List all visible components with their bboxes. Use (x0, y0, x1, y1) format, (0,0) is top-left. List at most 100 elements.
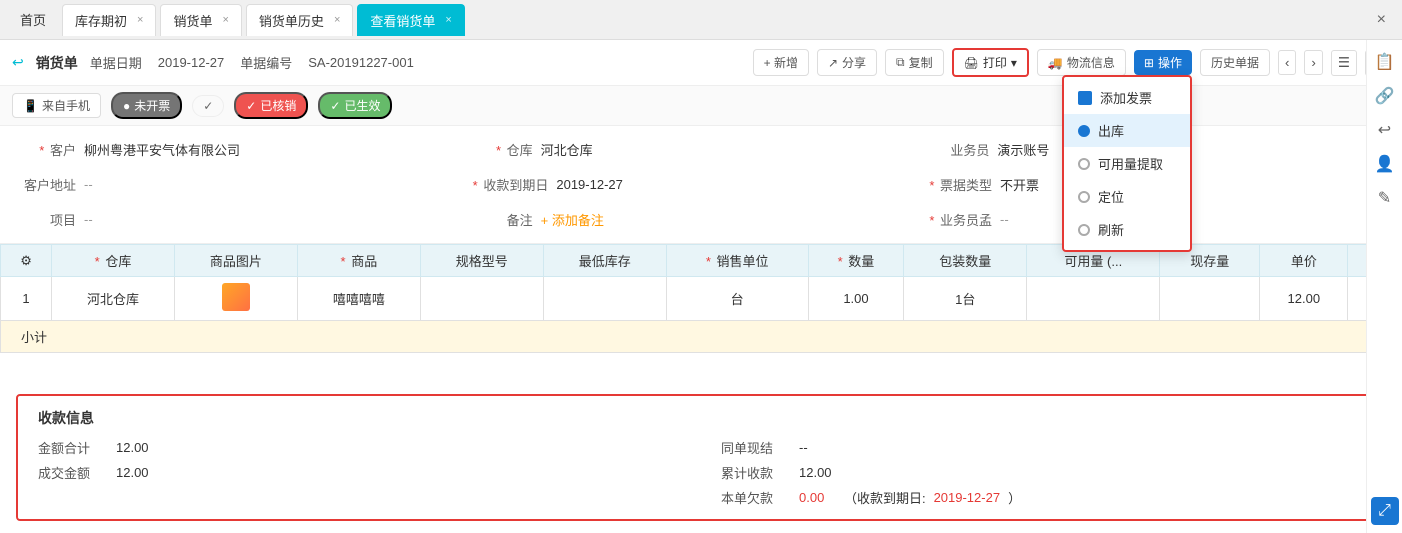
th-product-img: 商品图片 (174, 245, 297, 277)
tab-inventory-close[interactable]: × (137, 14, 143, 26)
available-qty-label: 可用量提取 (1098, 154, 1163, 173)
sidebar-return-icon[interactable]: ↩ (1371, 116, 1399, 144)
share-icon: ↗ (828, 56, 838, 70)
cell-min-stock (543, 277, 666, 321)
transaction-value: 12.00 (116, 465, 149, 480)
operate-dropdown-container: ⊞ 操作 添加发票 出库 (1134, 50, 1192, 75)
doc-meta: 单据日期 2019-12-27 单据编号 SA-20191227-001 (90, 53, 414, 72)
effective-check-icon: ✓ (330, 99, 340, 113)
dropdown-refresh[interactable]: 刷新 (1064, 213, 1190, 246)
add-button[interactable]: + 新增 (753, 49, 809, 76)
view-list-button[interactable]: ☰ (1331, 50, 1357, 76)
dropdown-available-qty[interactable]: 可用量提取 (1064, 147, 1190, 180)
th-warehouse: * 仓库 (52, 245, 175, 277)
dropdown-add-invoice[interactable]: 添加发票 (1064, 81, 1190, 114)
refresh-label: 刷新 (1098, 220, 1124, 239)
warehouse-field: * 仓库 河北仓库 (473, 136, 930, 163)
sidebar-clipboard-icon[interactable]: 📋 (1371, 48, 1399, 76)
window-close-button[interactable]: × (1369, 11, 1394, 29)
from-mobile-button[interactable]: 📱 来自手机 (12, 93, 101, 118)
tab-check-close[interactable]: × (445, 14, 451, 26)
right-sidebar: 📋 🔗 ↩ 👤 ✎ ⤢ (1366, 40, 1402, 533)
add-invoice-label: 添加发票 (1100, 88, 1152, 107)
toolbar-actions: + 新增 ↗ 分享 ⧉ 复制 🖨 打印 ▾ 🚚 物流信息 (753, 48, 1390, 77)
doc-title: 销货单 (36, 53, 78, 73)
warehouse-value: 河北仓库 (541, 140, 593, 159)
settings-icon[interactable]: ⚙ (20, 253, 32, 268)
tab-sales-label: 销货单 (173, 11, 212, 30)
tab-sales-history[interactable]: 销货单历史 × (246, 4, 353, 36)
operate-button[interactable]: ⊞ 操作 (1134, 50, 1192, 75)
tab-sales-close[interactable]: × (222, 14, 228, 26)
main-content: ↩ 销货单 单据日期 2019-12-27 单据编号 SA-20191227-0… (0, 40, 1402, 533)
due-date-field: * 收款到期日 2019-12-27 (473, 171, 930, 198)
cell-pack-qty: 1台 (904, 277, 1027, 321)
cell-available (1027, 277, 1160, 321)
sidebar-link-icon[interactable]: 🔗 (1371, 82, 1399, 110)
cell-qty: 1.00 (808, 277, 904, 321)
current-due-value: 0.00 (799, 490, 824, 505)
cell-unit: 台 (666, 277, 808, 321)
locate-icon (1078, 191, 1090, 203)
operate-dropdown-menu: 添加发票 出库 可用量提取 定位 (1062, 75, 1192, 252)
accumulated-label: 累计收款 (721, 463, 791, 482)
meta-no-label: 单据编号 (240, 53, 292, 72)
cell-price: 12.00 (1260, 277, 1348, 321)
same-order-label: 同单现结 (721, 438, 791, 457)
sidebar-expand-icon[interactable]: ⤢ (1371, 497, 1399, 525)
due-date-value: 2019-12-27 (556, 177, 623, 192)
due-date-hint-date: 2019-12-27 (934, 490, 1001, 505)
share-button[interactable]: ↗ 分享 (817, 49, 877, 76)
cell-warehouse: 河北仓库 (52, 277, 175, 321)
logistics-button[interactable]: 🚚 物流信息 (1037, 49, 1126, 76)
ticket-value: 不开票 (1000, 175, 1039, 194)
cancelled-check-icon: ✓ (246, 99, 256, 113)
accumulated-value: 12.00 (799, 465, 832, 480)
tab-home-label: 首页 (20, 10, 46, 29)
print-button[interactable]: 🖨 打印 ▾ (952, 48, 1029, 77)
payment-right-col: 同单现结 -- 累计收款 12.00 本单欠款 0.00 （收款到期日: 201… (721, 438, 1364, 507)
project-field: 项目 -- (16, 206, 473, 233)
add-note-button[interactable]: + 添加备注 (541, 210, 604, 229)
th-min-stock: 最低库存 (543, 245, 666, 277)
meta-no-value: SA-20191227-001 (308, 55, 414, 70)
history-button[interactable]: 历史单据 (1200, 49, 1270, 76)
tab-inventory-label: 库存期初 (75, 11, 127, 30)
add-invoice-icon (1078, 91, 1092, 105)
table-row: 1 河北仓库 嘻嘻嘻嘻 台 1.00 1台 12.00 (1, 277, 1402, 321)
check-icon: ✓ (203, 99, 213, 113)
tab-check-sales[interactable]: 查看销货单 × (357, 4, 464, 36)
tab-sales-order[interactable]: 销货单 × (160, 4, 241, 36)
not-open-button[interactable]: ● 未开票 (111, 92, 182, 119)
th-qty: * 数量 (808, 245, 904, 277)
cancelled-button[interactable]: ✓ 已核销 (234, 92, 308, 119)
sidebar-user-icon[interactable]: 👤 (1371, 150, 1399, 178)
refresh-icon (1078, 224, 1090, 236)
mobile-icon: 📱 (23, 99, 38, 113)
sales-table: ⚙ * 仓库 商品图片 * 商品 规格型号 最低库存 * 销售单位 * 数量 包… (0, 244, 1402, 353)
nav-prev-button[interactable]: ‹ (1278, 50, 1296, 75)
staff2-value: -- (1000, 212, 1009, 227)
cell-no: 1 (1, 277, 52, 321)
same-order-row: 同单现结 -- (721, 438, 1364, 457)
copy-button[interactable]: ⧉ 复制 (885, 49, 944, 76)
subtotal-cell: 小计 (1, 321, 1402, 353)
transaction-label: 成交金额 (38, 463, 108, 482)
effective-button[interactable]: ✓ 已生效 (318, 92, 392, 119)
dropdown-out-warehouse[interactable]: 出库 (1064, 114, 1190, 147)
tab-inventory-init[interactable]: 库存期初 × (62, 4, 156, 36)
tab-history-close[interactable]: × (334, 14, 340, 26)
check-status-button[interactable]: ✓ (192, 95, 224, 117)
subtotal-row: 小计 (1, 321, 1402, 353)
cell-current-stock (1160, 277, 1260, 321)
nav-next-button[interactable]: › (1304, 50, 1322, 75)
available-qty-icon (1078, 158, 1090, 170)
sidebar-edit-icon[interactable]: ✎ (1371, 184, 1399, 212)
cell-product: 嘻嘻嘻嘻 (297, 277, 420, 321)
tab-home[interactable]: 首页 (8, 4, 58, 36)
total-value: 12.00 (116, 440, 149, 455)
copy-icon: ⧉ (896, 55, 905, 70)
print-dropdown-icon: ▾ (1011, 56, 1017, 70)
th-unit: * 销售单位 (666, 245, 808, 277)
dropdown-locate[interactable]: 定位 (1064, 180, 1190, 213)
